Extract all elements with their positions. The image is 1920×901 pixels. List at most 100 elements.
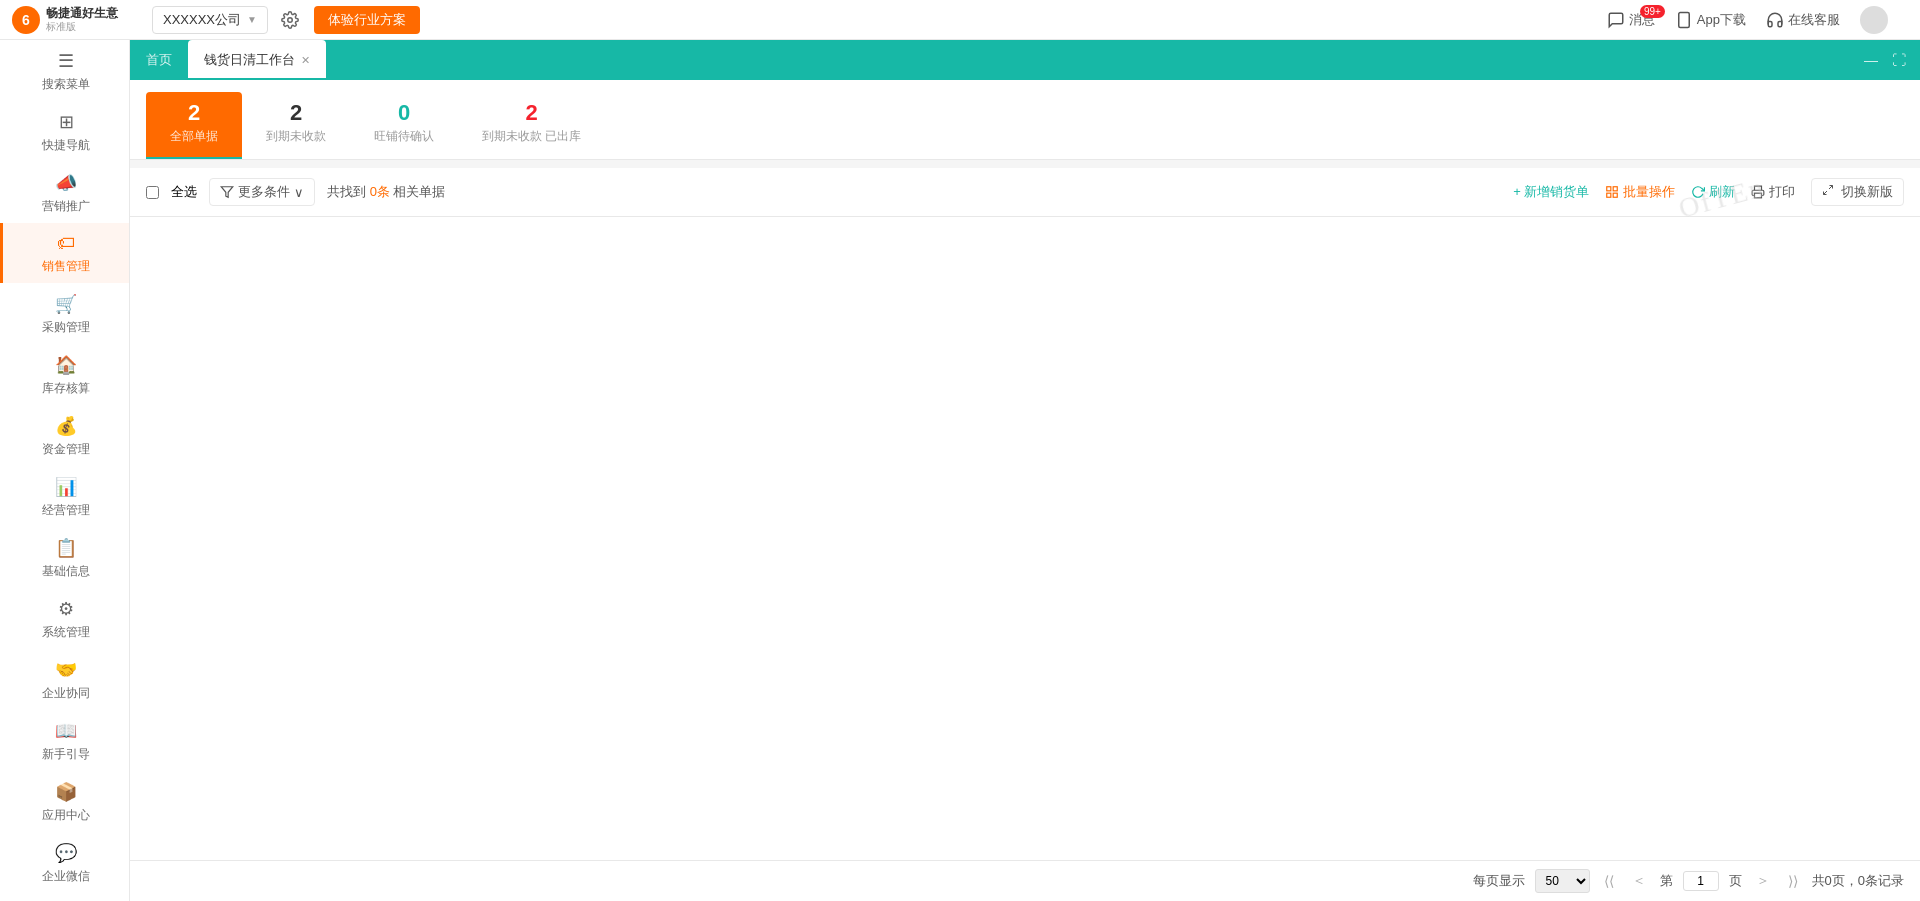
operations-icon: 📊 — [55, 476, 77, 498]
inventory-icon: 🏠 — [55, 354, 77, 376]
main-content: 首页 钱货日清工作台 ✕ — ⛶ 2 全部单据 2 到期未收款 — [130, 40, 1920, 901]
experience-button[interactable]: 体验行业方案 — [314, 6, 420, 34]
chevron-down-icon: ▼ — [247, 14, 257, 25]
sidebar-label-guide: 新手引导 — [42, 746, 90, 763]
tab-minimize-icon[interactable]: — — [1860, 48, 1882, 72]
next-page-button[interactable]: ＞ — [1752, 870, 1774, 892]
stat-tab-pending[interactable]: 0 旺铺待确认 — [350, 92, 458, 159]
app-download-button[interactable]: App下载 — [1675, 11, 1746, 29]
last-page-button[interactable]: ⟩⟩ — [1784, 871, 1802, 891]
sidebar-item-marketing[interactable]: 📣 营销推广 — [0, 162, 129, 223]
new-sales-label: + 新增销货单 — [1513, 183, 1589, 201]
page-input[interactable] — [1683, 871, 1719, 891]
stat-tab-all[interactable]: 2 全部单据 — [146, 92, 242, 159]
svg-rect-4 — [1607, 187, 1611, 191]
sidebar-item-member[interactable]: V 畅会员 — [0, 893, 129, 901]
batch-ops-icon — [1605, 185, 1619, 199]
select-all-label: 全选 — [171, 183, 197, 201]
stat-label-pending: 旺铺待确认 — [374, 128, 434, 145]
tab-maximize-icon[interactable]: ⛶ — [1888, 48, 1910, 72]
sidebar-label-basics: 基础信息 — [42, 563, 90, 580]
svg-rect-7 — [1607, 193, 1611, 197]
select-all-checkbox[interactable] — [146, 186, 159, 199]
stat-tab-overdue[interactable]: 2 到期未收款 — [242, 92, 350, 159]
stat-num-all: 2 — [170, 100, 218, 126]
filter-button[interactable]: 更多条件 ∨ — [209, 178, 315, 206]
sidebar-item-sales[interactable]: 🏷 销售管理 — [0, 223, 129, 283]
first-page-button[interactable]: ⟨⟨ — [1600, 871, 1618, 891]
logo-main: 畅捷通好生意 — [46, 6, 118, 20]
message-button[interactable]: 消息 99+ — [1607, 11, 1655, 29]
found-text: 共找到 0条 相关单据 — [327, 183, 445, 201]
online-service-button[interactable]: 在线客服 — [1766, 11, 1840, 29]
logo-icon: 6 — [12, 6, 40, 34]
total-records: 共0页，0条记录 — [1812, 872, 1904, 890]
sidebar-item-inventory[interactable]: 🏠 库存核算 — [0, 344, 129, 405]
prev-page-button[interactable]: ＜ — [1628, 870, 1650, 892]
content-area — [130, 217, 1920, 860]
logo-area: 6 畅捷通好生意 标准版 — [12, 6, 142, 34]
tab-worktable[interactable]: 钱货日清工作台 ✕ — [188, 40, 326, 80]
refresh-icon — [1691, 185, 1705, 199]
marketing-icon: 📣 — [55, 172, 77, 194]
cooperation-icon: 🤝 — [55, 659, 77, 681]
tab-bar-right: — ⛶ — [1860, 48, 1920, 72]
sidebar-label-system: 系统管理 — [42, 624, 90, 641]
company-name: XXXXXX公司 — [163, 11, 241, 29]
logo-sub: 标准版 — [46, 21, 118, 33]
sidebar-label-search: 搜索菜单 — [42, 76, 90, 93]
tab-home-label: 首页 — [146, 51, 172, 69]
page-suffix: 页 — [1729, 872, 1742, 890]
per-page-select[interactable]: 50 100 200 — [1535, 869, 1590, 893]
tab-home[interactable]: 首页 — [130, 40, 188, 80]
print-icon — [1751, 185, 1765, 199]
sidebar-item-wechat[interactable]: 💬 企业微信 — [0, 832, 129, 893]
company-selector[interactable]: XXXXXX公司 ▼ — [152, 6, 268, 34]
sidebar-item-system[interactable]: ⚙ 系统管理 — [0, 588, 129, 649]
refresh-label: 刷新 — [1709, 183, 1735, 201]
sidebar-item-guide[interactable]: 📖 新手引导 — [0, 710, 129, 771]
sidebar-label-finance: 资金管理 — [42, 441, 90, 458]
purchase-icon: 🛒 — [55, 293, 77, 315]
stat-num-pending: 0 — [374, 100, 434, 126]
settings-button[interactable] — [276, 6, 304, 34]
page-content: 2 全部单据 2 到期未收款 0 旺铺待确认 2 到期未收款 已出库 — [130, 80, 1920, 901]
wechat-icon: 💬 — [55, 842, 77, 864]
print-label: 打印 — [1769, 183, 1795, 201]
switch-version-button[interactable]: 切换新版 — [1811, 178, 1904, 206]
tab-bar: 首页 钱货日清工作台 ✕ — ⛶ — [130, 40, 1920, 80]
sidebar-label-wechat: 企业微信 — [42, 868, 90, 885]
sidebar-label-cooperation: 企业协同 — [42, 685, 90, 702]
sidebar-item-cooperation[interactable]: 🤝 企业协同 — [0, 649, 129, 710]
batch-ops-button[interactable]: 批量操作 — [1605, 183, 1675, 201]
stat-label-all: 全部单据 — [170, 128, 218, 145]
sidebar-item-quicknav[interactable]: ⊞ 快捷导航 — [0, 101, 129, 162]
system-icon: ⚙ — [58, 598, 74, 620]
sales-icon: 🏷 — [57, 233, 75, 254]
found-suffix: 相关单据 — [393, 184, 445, 199]
stat-tab-shipped[interactable]: 2 到期未收款 已出库 — [458, 92, 605, 159]
filter-icon — [220, 185, 234, 199]
finance-icon: 💰 — [55, 415, 77, 437]
new-sales-button[interactable]: + 新增销货单 — [1513, 183, 1589, 201]
avatar[interactable] — [1860, 6, 1888, 34]
refresh-button[interactable]: 刷新 — [1691, 183, 1735, 201]
sidebar: ☰ 搜索菜单 ⊞ 快捷导航 📣 营销推广 🏷 销售管理 🛒 采购管理 🏠 库存核… — [0, 40, 130, 901]
svg-point-0 — [288, 17, 293, 22]
found-prefix: 共找到 — [327, 184, 366, 199]
sidebar-item-finance[interactable]: 💰 资金管理 — [0, 405, 129, 466]
stats-tabs: 2 全部单据 2 到期未收款 0 旺铺待确认 2 到期未收款 已出库 — [130, 80, 1920, 160]
tab-close-icon[interactable]: ✕ — [301, 54, 310, 67]
switch-label: 切换新版 — [1841, 184, 1893, 199]
sidebar-item-basics[interactable]: 📋 基础信息 — [0, 527, 129, 588]
sidebar-item-appstore[interactable]: 📦 应用中心 — [0, 771, 129, 832]
svg-line-9 — [1829, 186, 1833, 190]
sidebar-item-search[interactable]: ☰ 搜索菜单 — [0, 40, 129, 101]
sidebar-label-purchase: 采购管理 — [42, 319, 90, 336]
page-label: 第 — [1660, 872, 1673, 890]
sidebar-item-operations[interactable]: 📊 经营管理 — [0, 466, 129, 527]
message-badge: 99+ — [1640, 5, 1665, 18]
sidebar-item-purchase[interactable]: 🛒 采购管理 — [0, 283, 129, 344]
search-menu-icon: ☰ — [58, 50, 74, 72]
print-button[interactable]: 打印 — [1751, 183, 1795, 201]
